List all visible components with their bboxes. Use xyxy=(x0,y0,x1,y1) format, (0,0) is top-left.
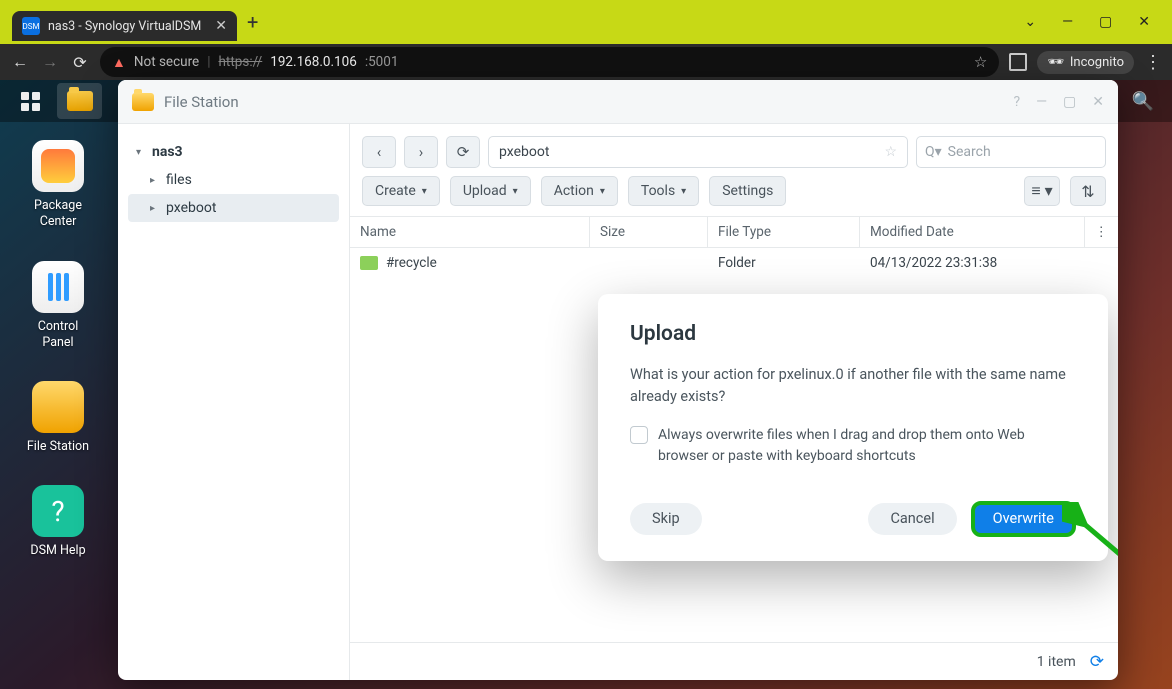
tab-favicon: DSM xyxy=(22,17,40,35)
nav-forward-button[interactable]: › xyxy=(404,136,438,168)
minimize-icon[interactable]: — xyxy=(1062,14,1073,30)
create-button[interactable]: Create▾ xyxy=(362,176,440,206)
reload-icon[interactable]: ⟳ xyxy=(70,53,90,72)
col-size[interactable]: Size xyxy=(590,217,708,247)
close-icon[interactable]: ✕ xyxy=(215,18,227,34)
kebab-menu-icon[interactable]: ⋮ xyxy=(1144,52,1162,73)
tree-root[interactable]: ▾nas3 xyxy=(128,138,339,166)
favorite-star-icon[interactable]: ☆ xyxy=(884,144,897,160)
nav-refresh-button[interactable]: ⟳ xyxy=(446,136,480,168)
status-bar: 1 item ⟳ xyxy=(350,642,1118,680)
col-type[interactable]: File Type xyxy=(708,217,860,247)
folder-icon xyxy=(360,256,378,270)
window-titlebar[interactable]: File Station ? — ▢ ✕ xyxy=(118,80,1118,124)
dsm-desktop: 💬 👤 ▦ 🔍 Package Center Control Panel Fil… xyxy=(0,80,1172,689)
dialog-message: What is your action for pxelinux.0 if an… xyxy=(630,364,1076,409)
maximize-icon[interactable]: ▢ xyxy=(1099,14,1112,30)
window-title: File Station xyxy=(164,93,239,111)
search-input[interactable]: Q▾ Search xyxy=(916,136,1106,168)
tree-item-files[interactable]: ▸files xyxy=(128,166,339,194)
back-icon[interactable]: ← xyxy=(10,52,30,72)
launcher-file-station[interactable]: File Station xyxy=(22,381,94,455)
tab-title: nas3 - Synology VirtualDSM xyxy=(48,19,209,34)
overwrite-button[interactable]: Overwrite xyxy=(971,501,1076,537)
omnibox[interactable]: ▲ Not secure | https://192.168.0.106:500… xyxy=(100,47,999,77)
reload-icon[interactable]: ⟳ xyxy=(1090,652,1104,672)
search-icon[interactable]: 🔍 xyxy=(1132,91,1154,112)
always-overwrite-checkbox[interactable]: Always overwrite files when I drag and d… xyxy=(630,425,1076,467)
table-row[interactable]: #recycle Folder 04/13/2022 23:31:38 xyxy=(350,248,1118,278)
upload-button[interactable]: Upload▾ xyxy=(450,176,531,206)
item-count: 1 item xyxy=(1037,654,1076,670)
url-protocol: https:// xyxy=(219,54,263,70)
launcher-package-center[interactable]: Package Center xyxy=(22,140,94,231)
column-headers: Name Size File Type Modified Date ⋮ xyxy=(350,216,1118,248)
browser-titlebar: DSM nas3 - Synology VirtualDSM ✕ + ⌄ — ▢… xyxy=(0,0,1172,44)
folder-icon xyxy=(132,93,154,111)
path-field[interactable]: pxeboot ☆ xyxy=(488,136,908,168)
folder-icon xyxy=(67,91,93,111)
tree-item-pxeboot[interactable]: ▸pxeboot xyxy=(128,194,339,222)
not-secure-label: Not secure xyxy=(134,54,199,70)
minimize-icon[interactable]: — xyxy=(1036,94,1047,110)
col-more-icon[interactable]: ⋮ xyxy=(1085,217,1119,247)
search-placeholder: Search xyxy=(948,144,991,160)
nav-back-button[interactable]: ‹ xyxy=(362,136,396,168)
extensions-icon[interactable] xyxy=(1009,53,1027,71)
view-list-button[interactable]: ≡ ▾ xyxy=(1024,176,1060,206)
window-controls: ⌄ — ▢ ✕ xyxy=(1024,14,1164,30)
chevron-down-icon[interactable]: ⌄ xyxy=(1024,14,1036,30)
bookmark-star-icon[interactable]: ☆ xyxy=(974,53,987,71)
new-tab-button[interactable]: + xyxy=(247,10,258,34)
taskbar-file-station[interactable] xyxy=(57,83,102,119)
close-window-icon[interactable]: ✕ xyxy=(1138,14,1150,30)
browser-tab[interactable]: DSM nas3 - Synology VirtualDSM ✕ xyxy=(12,11,237,41)
main-menu-button[interactable] xyxy=(8,83,53,119)
folder-tree: ▾nas3 ▸files ▸pxeboot xyxy=(118,124,350,680)
upload-dialog: Upload What is your action for pxelinux.… xyxy=(598,294,1108,561)
tools-button[interactable]: Tools▾ xyxy=(628,176,699,206)
launcher-dsm-help[interactable]: ? DSM Help xyxy=(22,485,94,559)
url-host: 192.168.0.106 xyxy=(270,54,357,70)
checkbox-icon[interactable] xyxy=(630,426,648,444)
url-port: :5001 xyxy=(365,54,399,70)
action-button[interactable]: Action▾ xyxy=(541,176,618,206)
cancel-button[interactable]: Cancel xyxy=(868,503,956,535)
sort-button[interactable]: ⇅ xyxy=(1070,176,1106,206)
desktop-launcher: Package Center Control Panel File Statio… xyxy=(22,140,94,560)
skip-button[interactable]: Skip xyxy=(630,503,702,535)
search-icon: Q▾ xyxy=(925,144,942,160)
incognito-icon: 🕶 xyxy=(1047,55,1064,70)
incognito-badge[interactable]: 🕶 Incognito xyxy=(1037,51,1134,74)
browser-addressbar: ← → ⟳ ▲ Not secure | https://192.168.0.1… xyxy=(0,44,1172,80)
dialog-title: Upload xyxy=(630,322,1076,346)
settings-button[interactable]: Settings xyxy=(709,176,786,206)
folder-icon xyxy=(32,381,84,433)
launcher-control-panel[interactable]: Control Panel xyxy=(22,261,94,352)
help-icon[interactable]: ? xyxy=(1013,94,1020,110)
file-station-window: File Station ? — ▢ ✕ ▾nas3 ▸files ▸pxebo… xyxy=(118,80,1118,680)
warning-icon: ▲ xyxy=(112,54,126,71)
forward-icon[interactable]: → xyxy=(40,52,60,72)
col-modified[interactable]: Modified Date xyxy=(860,217,1085,247)
close-icon[interactable]: ✕ xyxy=(1092,94,1104,110)
col-name[interactable]: Name xyxy=(350,217,590,247)
maximize-icon[interactable]: ▢ xyxy=(1063,94,1076,110)
